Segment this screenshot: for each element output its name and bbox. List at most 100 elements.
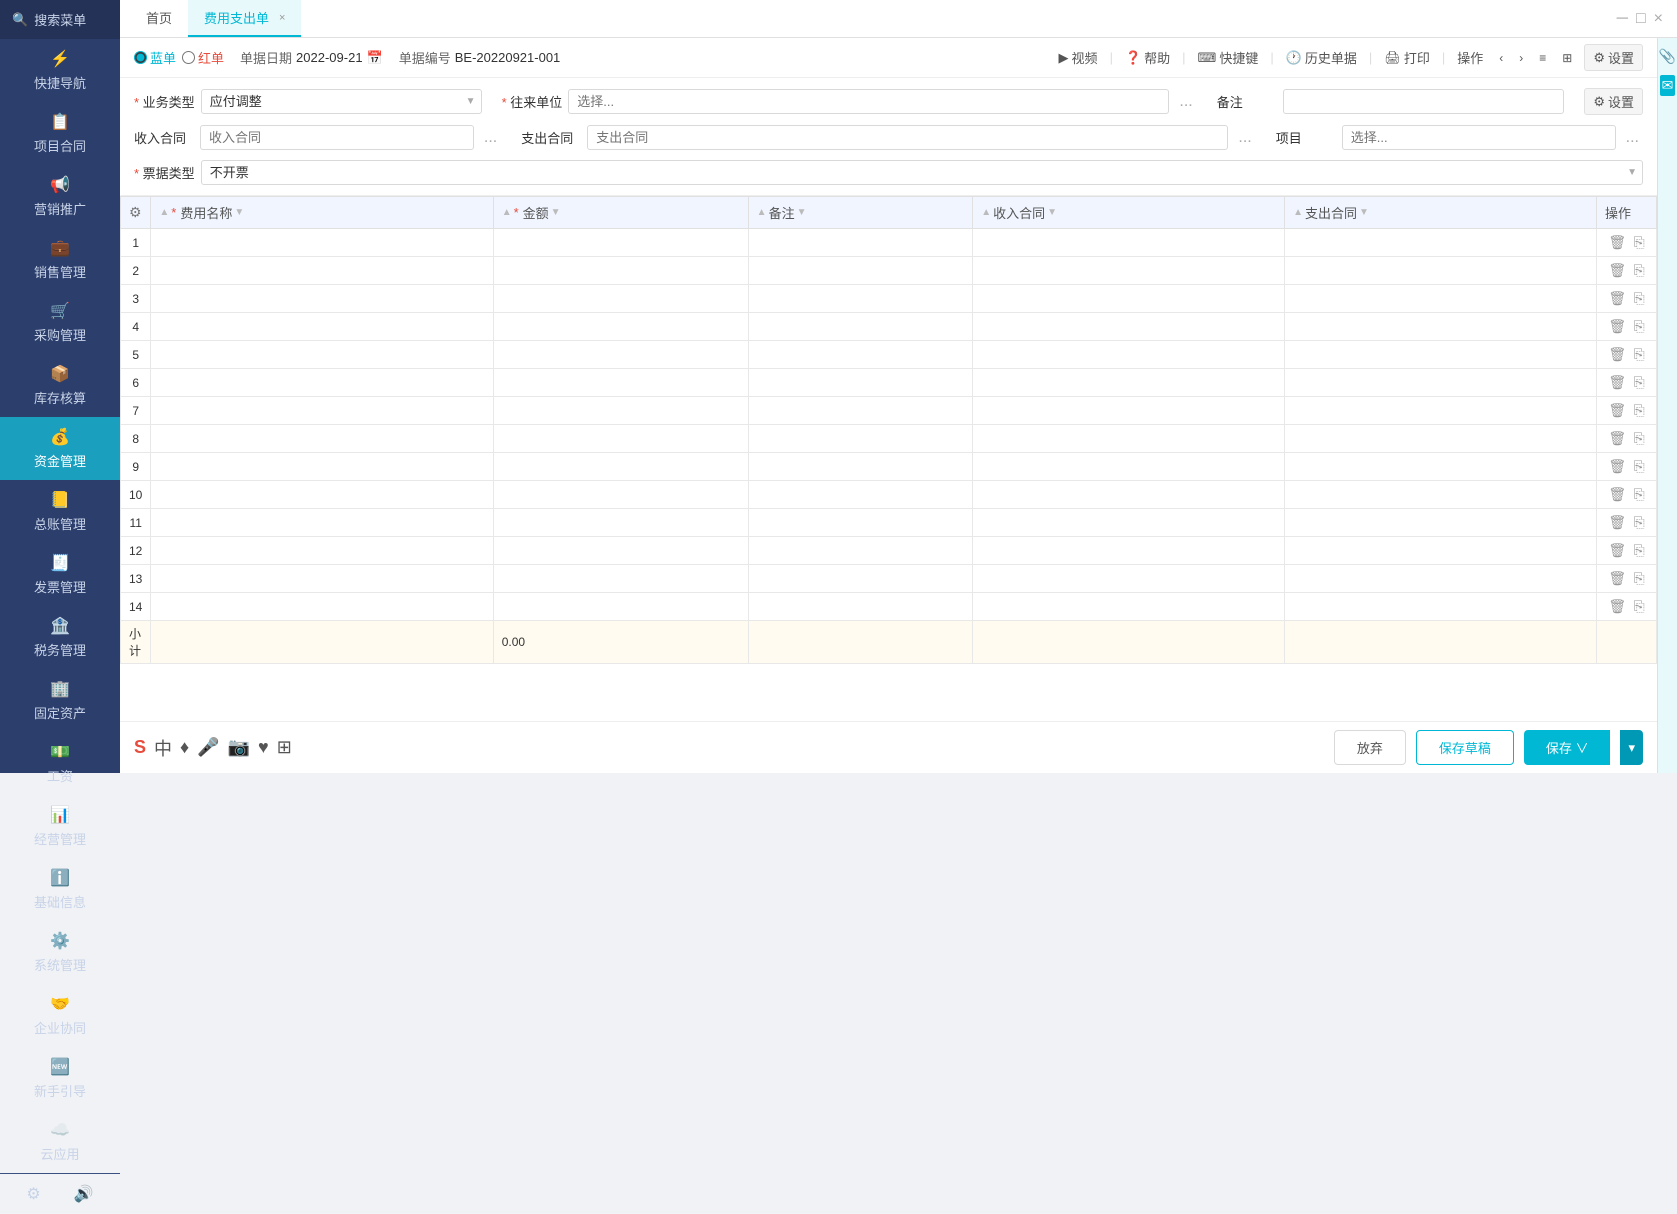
row-3-copy-icon[interactable]: ⎘ — [1631, 290, 1646, 306]
row-8-expense-name[interactable] — [151, 425, 493, 453]
row-10-amount[interactable] — [493, 481, 748, 509]
nav-left-btn[interactable]: ‹ — [1495, 49, 1507, 67]
save-btn[interactable]: 保存 ∨ — [1524, 730, 1611, 765]
partner-dots[interactable]: ... — [1175, 93, 1196, 111]
save-arrow-btn[interactable]: ▾ — [1620, 730, 1643, 765]
row-14-expense-contract[interactable] — [1285, 593, 1597, 621]
expense-name-sort-up[interactable]: ▲ — [159, 207, 169, 218]
tab-home[interactable]: 首页 — [130, 0, 188, 37]
sidebar-item-new-user[interactable]: 🆕新手引导 — [0, 1047, 120, 1110]
expense-contract-sort-up[interactable]: ▲ — [1293, 207, 1303, 218]
form-settings-btn[interactable]: ⚙ 设置 — [1584, 88, 1643, 115]
grid-view-btn[interactable]: ⊞ — [1558, 49, 1576, 67]
row-2-remark[interactable] — [748, 257, 973, 285]
sidebar-item-purchase[interactable]: 🛒采购管理 — [0, 291, 120, 354]
sidebar-item-tax[interactable]: 🏦税务管理 — [0, 606, 120, 669]
diamond-icon[interactable]: ♦ — [180, 737, 189, 758]
zhong-icon[interactable]: 中 — [154, 735, 172, 761]
row-2-income-contract[interactable] — [973, 257, 1285, 285]
camera-icon[interactable]: 📷 — [228, 737, 250, 758]
expense-contract-input[interactable] — [587, 125, 1228, 150]
row-13-delete-icon[interactable]: 🗑 — [1606, 570, 1628, 586]
row-2-expense-name[interactable] — [151, 257, 493, 285]
row-10-copy-icon[interactable]: ⎘ — [1631, 486, 1646, 502]
row-14-remark[interactable] — [748, 593, 973, 621]
volume-icon[interactable]: 🔊 — [74, 1184, 94, 1204]
amount-sort-down[interactable]: ▼ — [551, 207, 561, 218]
row-10-delete-icon[interactable]: 🗑 — [1606, 486, 1628, 502]
row-12-delete-icon[interactable]: 🗑 — [1606, 542, 1628, 558]
calendar-icon[interactable]: 📅 — [367, 50, 383, 66]
row-4-amount[interactable] — [493, 313, 748, 341]
row-7-copy-icon[interactable]: ⎘ — [1631, 402, 1646, 418]
row-10-expense-contract[interactable] — [1285, 481, 1597, 509]
settings-icon[interactable]: ⚙ — [26, 1184, 40, 1204]
business-type-select[interactable]: 应付调整 — [201, 89, 482, 114]
row-12-remark[interactable] — [748, 537, 973, 565]
row-12-amount[interactable] — [493, 537, 748, 565]
sidebar-item-system[interactable]: ⚙️系统管理 — [0, 921, 120, 984]
row-2-copy-icon[interactable]: ⎘ — [1631, 262, 1646, 278]
row-8-delete-icon[interactable]: 🗑 — [1606, 430, 1628, 446]
settings-btn[interactable]: ⚙ 设置 — [1584, 44, 1643, 71]
amount-sort-up[interactable]: ▲ — [502, 207, 512, 218]
row-11-expense-name[interactable] — [151, 509, 493, 537]
income-contract-sort-up[interactable]: ▲ — [981, 207, 991, 218]
project-input[interactable] — [1342, 125, 1616, 150]
row-6-amount[interactable] — [493, 369, 748, 397]
row-4-delete-icon[interactable]: 🗑 — [1606, 318, 1628, 334]
row-7-expense-name[interactable] — [151, 397, 493, 425]
row-4-income-contract[interactable] — [973, 313, 1285, 341]
row-13-copy-icon[interactable]: ⎘ — [1631, 570, 1646, 586]
date-value[interactable]: 2022-09-21 — [296, 50, 363, 65]
row-5-expense-contract[interactable] — [1285, 341, 1597, 369]
row-12-expense-name[interactable] — [151, 537, 493, 565]
save-draft-btn[interactable]: 保存草稿 — [1416, 730, 1514, 765]
row-1-income-contract[interactable] — [973, 229, 1285, 257]
row-11-copy-icon[interactable]: ⎘ — [1631, 514, 1646, 530]
row-13-income-contract[interactable] — [973, 565, 1285, 593]
heart-icon[interactable]: ♥ — [258, 737, 269, 758]
row-8-amount[interactable] — [493, 425, 748, 453]
row-6-copy-icon[interactable]: ⎘ — [1631, 374, 1646, 390]
row-6-expense-name[interactable] — [151, 369, 493, 397]
row-6-income-contract[interactable] — [973, 369, 1285, 397]
row-14-expense-name[interactable] — [151, 593, 493, 621]
row-8-expense-contract[interactable] — [1285, 425, 1597, 453]
nav-right-btn[interactable]: › — [1515, 49, 1527, 67]
row-1-amount[interactable] — [493, 229, 748, 257]
sidebar-item-quick-nav[interactable]: ⚡快捷导航 — [0, 39, 120, 102]
video-btn[interactable]: ▶ 视频 — [1055, 46, 1102, 69]
blue-radio-input[interactable] — [134, 51, 147, 64]
row-3-income-contract[interactable] — [973, 285, 1285, 313]
row-9-income-contract[interactable] — [973, 453, 1285, 481]
row-4-expense-name[interactable] — [151, 313, 493, 341]
sidebar-item-marketing[interactable]: 📢营销推广 — [0, 165, 120, 228]
row-1-delete-icon[interactable]: 🗑 — [1606, 234, 1628, 250]
row-5-copy-icon[interactable]: ⎘ — [1631, 346, 1646, 362]
row-3-amount[interactable] — [493, 285, 748, 313]
sidebar-item-fixed-asset[interactable]: 🏢固定资产 — [0, 669, 120, 732]
income-contract-input[interactable] — [200, 125, 474, 150]
row-12-income-contract[interactable] — [973, 537, 1285, 565]
row-3-delete-icon[interactable]: 🗑 — [1606, 290, 1628, 306]
expense-contract-sort-down[interactable]: ▼ — [1359, 207, 1369, 218]
row-7-amount[interactable] — [493, 397, 748, 425]
print-btn[interactable]: 🖨 打印 — [1380, 46, 1434, 69]
help-btn[interactable]: ❓ 帮助 — [1121, 46, 1174, 69]
sidebar-item-capital[interactable]: 💰资金管理 — [0, 417, 120, 480]
row-2-amount[interactable] — [493, 257, 748, 285]
row-14-copy-icon[interactable]: ⎘ — [1631, 598, 1646, 614]
list-view-btn[interactable]: ≡ — [1535, 49, 1550, 67]
row-5-expense-name[interactable] — [151, 341, 493, 369]
row-11-expense-contract[interactable] — [1285, 509, 1597, 537]
row-7-remark[interactable] — [748, 397, 973, 425]
tab-expense[interactable]: 费用支出单× — [188, 0, 301, 37]
row-9-amount[interactable] — [493, 453, 748, 481]
project-dots[interactable]: ... — [1622, 129, 1643, 147]
row-1-remark[interactable] — [748, 229, 973, 257]
row-14-amount[interactable] — [493, 593, 748, 621]
row-6-remark[interactable] — [748, 369, 973, 397]
sidebar-item-sales[interactable]: 💼销售管理 — [0, 228, 120, 291]
row-1-expense-name[interactable] — [151, 229, 493, 257]
